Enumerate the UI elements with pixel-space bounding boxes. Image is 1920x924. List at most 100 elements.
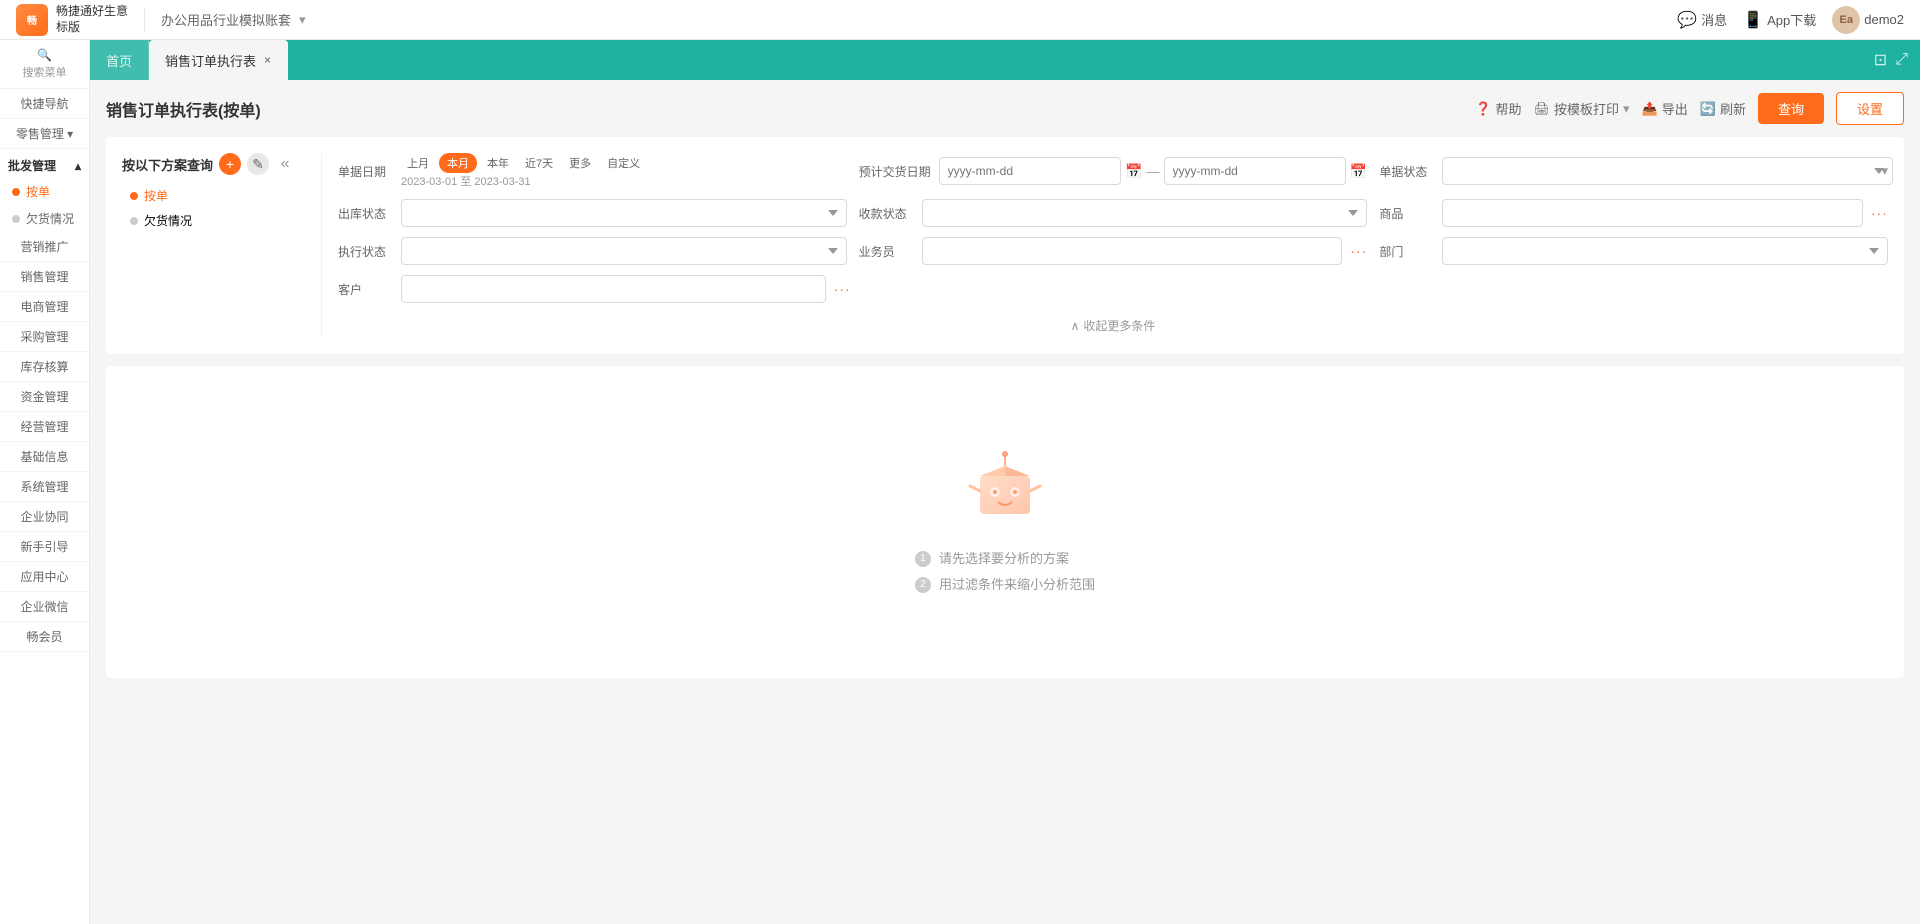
collapse-scheme-button[interactable]: « [275,154,295,174]
date-btn-last-month[interactable]: 上月 [401,153,435,173]
tab-close-icon[interactable]: × [264,53,271,67]
message-label: 消息 [1701,10,1727,29]
message-action[interactable]: 💬 消息 [1677,10,1727,30]
salesperson-more-icon[interactable]: ··· [1350,243,1367,259]
date-btn-7days[interactable]: 近7天 [519,153,559,173]
sidebar-search-label: 搜索菜单 [8,64,81,80]
customer-input[interactable] [401,275,826,303]
tip-num-1: 1 [915,551,931,567]
sidebar-item-basic-info[interactable]: 基础信息 [0,442,89,472]
sidebar-wholesale-section: 批发管理 ▴ 按单 欠货情况 [0,149,89,232]
sidebar-item-marketing[interactable]: 营销推广 [0,232,89,262]
execution-select[interactable] [401,237,847,265]
brand-area: 畅 畅捷通好生意 标版 办公用品行业模拟账套 ▾ [16,4,306,36]
user-action[interactable]: Ea demo2 [1832,6,1904,34]
sidebar-item-app-center[interactable]: 应用中心 [0,562,89,592]
expected-date-label: 预计交货日期 [859,163,931,180]
tab-home[interactable]: 首页 [90,40,149,80]
filter-field-customer: 客户 ··· [338,275,851,303]
sidebar-item-finance[interactable]: 资金管理 [0,382,89,412]
scheme-stock-shortage[interactable]: 欠货情况 [122,208,305,233]
app-download-label: App下载 [1767,10,1816,29]
date-btn-this-month[interactable]: 本月 [439,153,477,173]
sidebar-search[interactable]: 🔍 搜索菜单 [0,40,89,89]
query-button[interactable]: 查询 [1758,93,1824,124]
collapse-icon: « [281,155,290,173]
add-scheme-button[interactable]: + [219,153,241,175]
main-layout: 🔍 搜索菜单 快捷导航 零售管理 ▾ 批发管理 ▴ 按单 欠货情况 营销推广 [0,40,1920,924]
product-input[interactable] [1442,199,1863,227]
product-label: 商品 [1379,205,1434,222]
date-btn-more[interactable]: 更多 [563,153,597,173]
expected-date-to[interactable] [1164,157,1346,185]
by-order-label: 按单 [26,183,50,200]
date-btn-custom[interactable]: 自定义 [601,153,646,173]
sidebar-item-newbie[interactable]: 新手引导 [0,532,89,562]
sidebar-item-stock-shortage[interactable]: 欠货情况 [0,205,89,232]
sidebar-item-sales-mgmt[interactable]: 销售管理 [0,262,89,292]
filter-scheme-panel: 按以下方案查询 + ✎ « [122,153,322,338]
home-tab-label: 首页 [106,51,132,70]
brand-logo: 畅 [16,4,48,36]
edit-scheme-button[interactable]: ✎ [247,153,269,175]
logo-icon: 畅 [27,12,37,27]
help-button[interactable]: ❓ 帮助 [1475,99,1521,118]
sidebar-item-quick-nav[interactable]: 快捷导航 [0,89,89,119]
sidebar-item-wechat[interactable]: 企业微信 [0,592,89,622]
sidebar-item-purchase[interactable]: 采购管理 [0,322,89,352]
add-icon: + [226,156,234,172]
filter-body: 按以下方案查询 + ✎ « [122,153,1888,338]
app-title-dropdown-icon[interactable]: ▾ [299,12,306,28]
delivery-select[interactable] [401,199,847,227]
export-button[interactable]: 📤 导出 [1642,99,1688,118]
expected-date-from[interactable] [939,157,1121,185]
date-btn-this-year[interactable]: 本年 [481,153,515,173]
sidebar-item-wholesale[interactable]: 批发管理 ▴ [0,149,89,178]
customer-label: 客户 [338,281,393,298]
sidebar-item-member[interactable]: 畅会员 [0,622,89,652]
sidebar-item-ecommerce[interactable]: 电商管理 [0,292,89,322]
filter-field-department: 部门 [1379,237,1888,265]
tab-restore-icon[interactable]: ⊡ [1874,50,1887,70]
brand-version: 标版 [56,20,128,36]
sidebar: 🔍 搜索菜单 快捷导航 零售管理 ▾ 批发管理 ▴ 按单 欠货情况 营销推广 [0,40,90,924]
salesperson-input[interactable] [922,237,1343,265]
salesperson-label: 业务员 [859,243,914,260]
department-select[interactable] [1442,237,1888,265]
sidebar-item-retail[interactable]: 零售管理 ▾ [0,119,89,149]
refresh-button[interactable]: 🔄 刷新 [1700,99,1746,118]
tip-text-2: 用过滤条件来缩小分析范围 [939,572,1095,598]
app-download-icon: 📱 [1743,10,1763,30]
filter-field-date: 单据日期 上月 本月 本年 近7天 更多 自定义 [338,153,847,189]
chevron-up-icon: ∧ [1071,319,1080,333]
collapse-more-button[interactable]: ∧ 收起更多条件 [1071,317,1156,334]
empty-tip-1: 1 请先选择要分析的方案 [915,546,1095,572]
template-print-button[interactable]: 🖨 按模板打印 ▾ [1534,99,1630,118]
empty-state-illustration [965,446,1045,526]
tab-expand-icon[interactable]: ⤢ [1895,51,1908,69]
calendar-from-icon: 📅 [1125,163,1142,180]
refresh-label: 刷新 [1720,99,1746,118]
status-select[interactable] [1442,157,1893,185]
message-icon: 💬 [1677,10,1697,30]
app-download-action[interactable]: 📱 App下载 [1743,10,1816,30]
sidebar-item-inventory[interactable]: 库存核算 [0,352,89,382]
search-icon: 🔍 [37,48,52,62]
tab-active[interactable]: 销售订单执行表 × [149,40,288,80]
sidebar-item-enterprise[interactable]: 企业协同 [0,502,89,532]
sidebar-item-by-order[interactable]: 按单 [0,178,89,205]
customer-more-icon[interactable]: ··· [834,281,851,297]
sidebar-item-system[interactable]: 系统管理 [0,472,89,502]
expected-date-range: 📅 — 📅 [939,157,1368,185]
filter-field-product: 商品 ··· [1379,199,1888,227]
filter-field-status: 单据状态 ▾ [1379,157,1888,185]
brand-name: 畅捷通好生意 [56,4,128,20]
scheme-by-order[interactable]: 按单 [122,183,305,208]
product-more-icon[interactable]: ··· [1871,205,1888,221]
active-tab-label: 销售订单执行表 [165,51,256,70]
settings-button[interactable]: 设置 [1836,92,1904,125]
tip-num-2: 2 [915,577,931,593]
filter-row-2: 出库状态 收款状态 [338,199,1888,227]
payment-select[interactable] [922,199,1368,227]
sidebar-item-operations[interactable]: 经营管理 [0,412,89,442]
